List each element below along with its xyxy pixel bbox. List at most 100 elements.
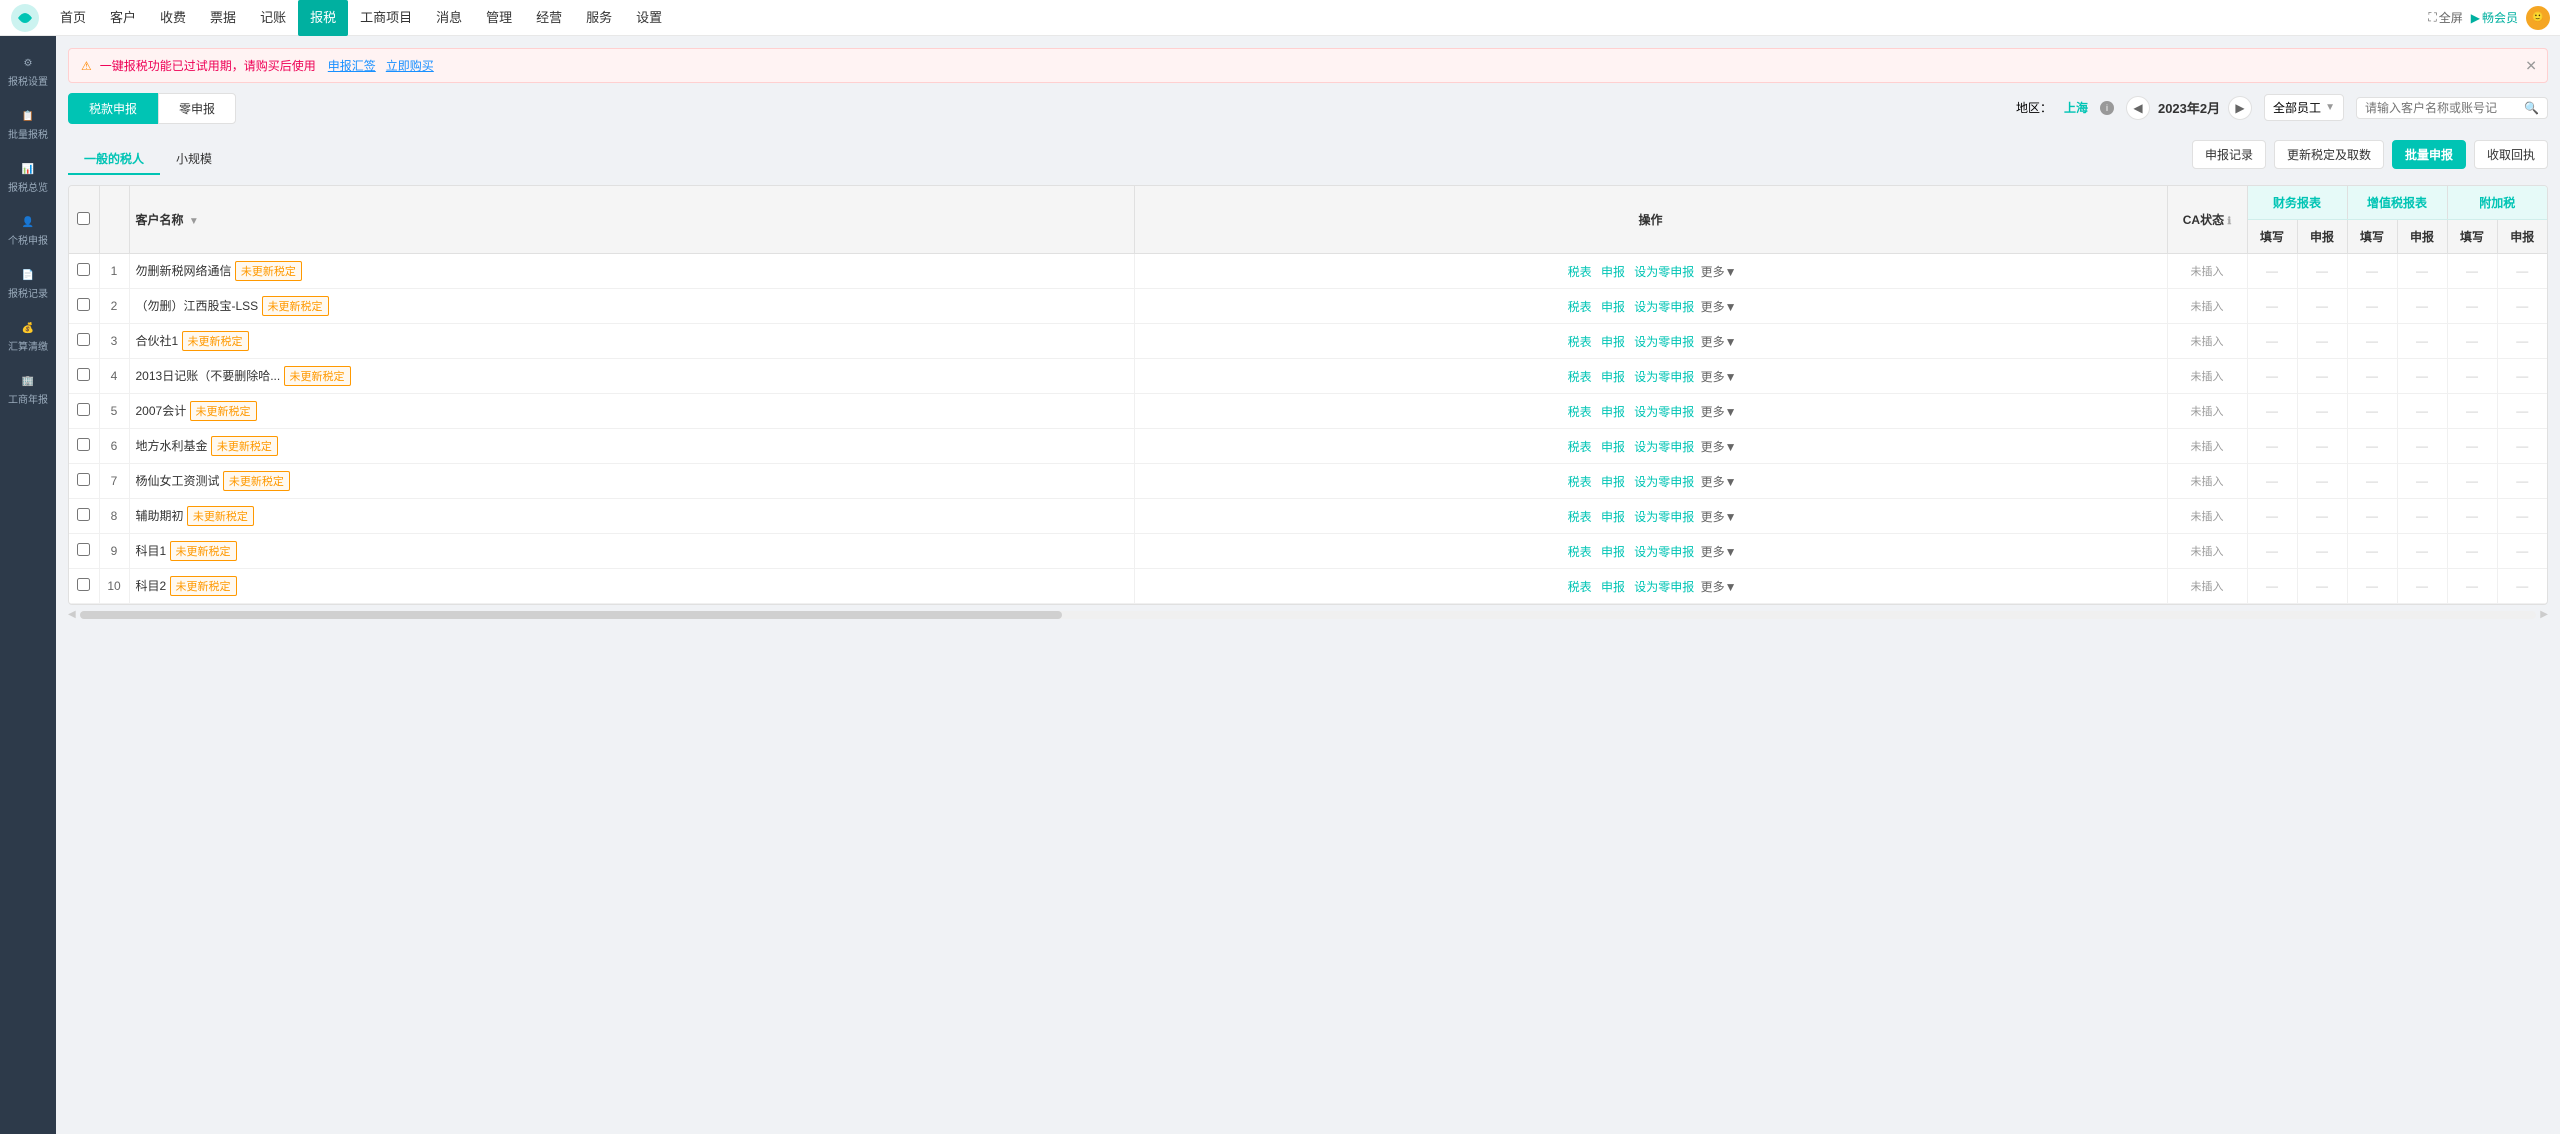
- update-tax-button[interactable]: 更新税定及取数: [2274, 140, 2384, 169]
- fullscreen-button[interactable]: ⛶ 全屏: [2428, 9, 2462, 26]
- sidebar-item-taxrecord[interactable]: 📄 报税记录: [0, 256, 56, 309]
- sidebar-item-annualreport[interactable]: 🏢 工商年报: [0, 362, 56, 415]
- user-avatar[interactable]: 🙂: [2526, 6, 2550, 30]
- tab-general-taxpayer[interactable]: 一般的税人: [68, 144, 160, 175]
- row-checkbox[interactable]: [77, 508, 90, 521]
- row-vat-submit: —: [2397, 394, 2447, 429]
- action-more[interactable]: 更多▼: [1701, 335, 1737, 349]
- action-taxform[interactable]: 税表: [1568, 545, 1592, 559]
- row-vat-fill: —: [2347, 394, 2397, 429]
- action-declare[interactable]: 申报: [1601, 265, 1625, 279]
- nav-settings[interactable]: 设置: [624, 0, 674, 36]
- action-setzero[interactable]: 设为零申报: [1634, 405, 1694, 419]
- action-more[interactable]: 更多▼: [1701, 300, 1737, 314]
- row-checkbox[interactable]: [77, 473, 90, 486]
- nav-invoice[interactable]: 票据: [198, 0, 248, 36]
- nav-service[interactable]: 服务: [574, 0, 624, 36]
- action-more[interactable]: 更多▼: [1701, 580, 1737, 594]
- tab-tax-declaration[interactable]: 税款申报: [68, 93, 158, 124]
- action-taxform[interactable]: 税表: [1568, 265, 1592, 279]
- action-declare[interactable]: 申报: [1601, 475, 1625, 489]
- date-prev-button[interactable]: ◀: [2126, 96, 2150, 120]
- retrieve-receipt-button[interactable]: 收取回执: [2474, 140, 2548, 169]
- action-taxform[interactable]: 税表: [1568, 510, 1592, 524]
- tab-small-scale[interactable]: 小规模: [160, 144, 228, 175]
- sidebar-item-overview[interactable]: 📊 报税总览: [0, 150, 56, 203]
- action-declare[interactable]: 申报: [1601, 300, 1625, 314]
- employee-selector[interactable]: 全部员工 ▼: [2264, 94, 2344, 121]
- action-taxform[interactable]: 税表: [1568, 335, 1592, 349]
- row-fin-submit: —: [2297, 289, 2347, 324]
- action-setzero[interactable]: 设为零申报: [1634, 300, 1694, 314]
- action-setzero[interactable]: 设为零申报: [1634, 580, 1694, 594]
- action-declare[interactable]: 申报: [1601, 405, 1625, 419]
- action-setzero[interactable]: 设为零申报: [1634, 265, 1694, 279]
- action-setzero[interactable]: 设为零申报: [1634, 475, 1694, 489]
- nav-management[interactable]: 管理: [474, 0, 524, 36]
- tab-zero-declaration[interactable]: 零申报: [158, 93, 236, 124]
- action-row: 申报记录 更新税定及取数 批量申报 收取回执: [2192, 140, 2548, 169]
- action-more[interactable]: 更多▼: [1701, 545, 1737, 559]
- action-setzero[interactable]: 设为零申报: [1634, 545, 1694, 559]
- scroll-right-arrow[interactable]: ▶: [2540, 609, 2548, 620]
- action-taxform[interactable]: 税表: [1568, 405, 1592, 419]
- banner-link-declaration[interactable]: 申报汇签: [328, 57, 376, 74]
- member-button[interactable]: ▶ 畅会员: [2471, 9, 2518, 26]
- action-more[interactable]: 更多▼: [1701, 405, 1737, 419]
- nav-tax[interactable]: 报税: [298, 0, 348, 36]
- sidebar-item-settlement[interactable]: 💰 汇算清缴: [0, 309, 56, 362]
- action-taxform[interactable]: 税表: [1568, 300, 1592, 314]
- banner-close-button[interactable]: ✕: [2525, 57, 2537, 74]
- action-taxform[interactable]: 税表: [1568, 580, 1592, 594]
- search-icon[interactable]: 🔍: [2524, 101, 2539, 115]
- action-declare[interactable]: 申报: [1601, 510, 1625, 524]
- nav-operation[interactable]: 经营: [524, 0, 574, 36]
- action-declare[interactable]: 申报: [1601, 370, 1625, 384]
- action-more[interactable]: 更多▼: [1701, 510, 1737, 524]
- action-declare[interactable]: 申报: [1601, 545, 1625, 559]
- search-input[interactable]: [2365, 101, 2520, 115]
- action-declare[interactable]: 申报: [1601, 335, 1625, 349]
- scroll-left-arrow[interactable]: ◀: [68, 609, 76, 620]
- action-taxform[interactable]: 税表: [1568, 370, 1592, 384]
- action-setzero[interactable]: 设为零申报: [1634, 335, 1694, 349]
- row-checkbox[interactable]: [77, 438, 90, 451]
- nav-business[interactable]: 工商项目: [348, 0, 424, 36]
- nav-customer[interactable]: 客户: [98, 0, 148, 36]
- row-checkbox[interactable]: [77, 403, 90, 416]
- date-next-button[interactable]: ▶: [2228, 96, 2252, 120]
- action-more[interactable]: 更多▼: [1701, 440, 1737, 454]
- info-icon[interactable]: i: [2100, 101, 2114, 115]
- row-checkbox[interactable]: [77, 543, 90, 556]
- row-checkbox[interactable]: [77, 333, 90, 346]
- row-checkbox[interactable]: [77, 578, 90, 591]
- sidebar-item-taxsettings[interactable]: ⚙ 报税设置: [0, 44, 56, 97]
- nav-message[interactable]: 消息: [424, 0, 474, 36]
- nav-fee[interactable]: 收费: [148, 0, 198, 36]
- action-setzero[interactable]: 设为零申报: [1634, 510, 1694, 524]
- table-row: 3 合伙社1 未更新税定 税表 申报 设为零申报 更多▼ 未插入 — — — —…: [69, 324, 2547, 359]
- action-more[interactable]: 更多▼: [1701, 265, 1737, 279]
- banner-link-purchase[interactable]: 立即购买: [386, 57, 434, 74]
- batch-declare-button[interactable]: 批量申报: [2392, 140, 2466, 169]
- select-all-checkbox[interactable]: [77, 212, 90, 225]
- declaration-record-button[interactable]: 申报记录: [2192, 140, 2266, 169]
- action-declare[interactable]: 申报: [1601, 580, 1625, 594]
- nav-home[interactable]: 首页: [48, 0, 98, 36]
- header-submit2: 申报: [2397, 220, 2447, 254]
- action-setzero[interactable]: 设为零申报: [1634, 370, 1694, 384]
- row-checkbox[interactable]: [77, 368, 90, 381]
- sidebar-item-batchreport[interactable]: 📋 批量报税: [0, 97, 56, 150]
- sidebar-item-individual[interactable]: 👤 个税申报: [0, 203, 56, 256]
- action-taxform[interactable]: 税表: [1568, 475, 1592, 489]
- action-setzero[interactable]: 设为零申报: [1634, 440, 1694, 454]
- nav-bookkeeping[interactable]: 记账: [248, 0, 298, 36]
- horizontal-scrollbar[interactable]: [80, 611, 2537, 619]
- settlement-icon: 💰: [17, 317, 39, 339]
- action-declare[interactable]: 申报: [1601, 440, 1625, 454]
- action-taxform[interactable]: 税表: [1568, 440, 1592, 454]
- action-more[interactable]: 更多▼: [1701, 475, 1737, 489]
- row-checkbox[interactable]: [77, 298, 90, 311]
- action-more[interactable]: 更多▼: [1701, 370, 1737, 384]
- row-checkbox[interactable]: [77, 263, 90, 276]
